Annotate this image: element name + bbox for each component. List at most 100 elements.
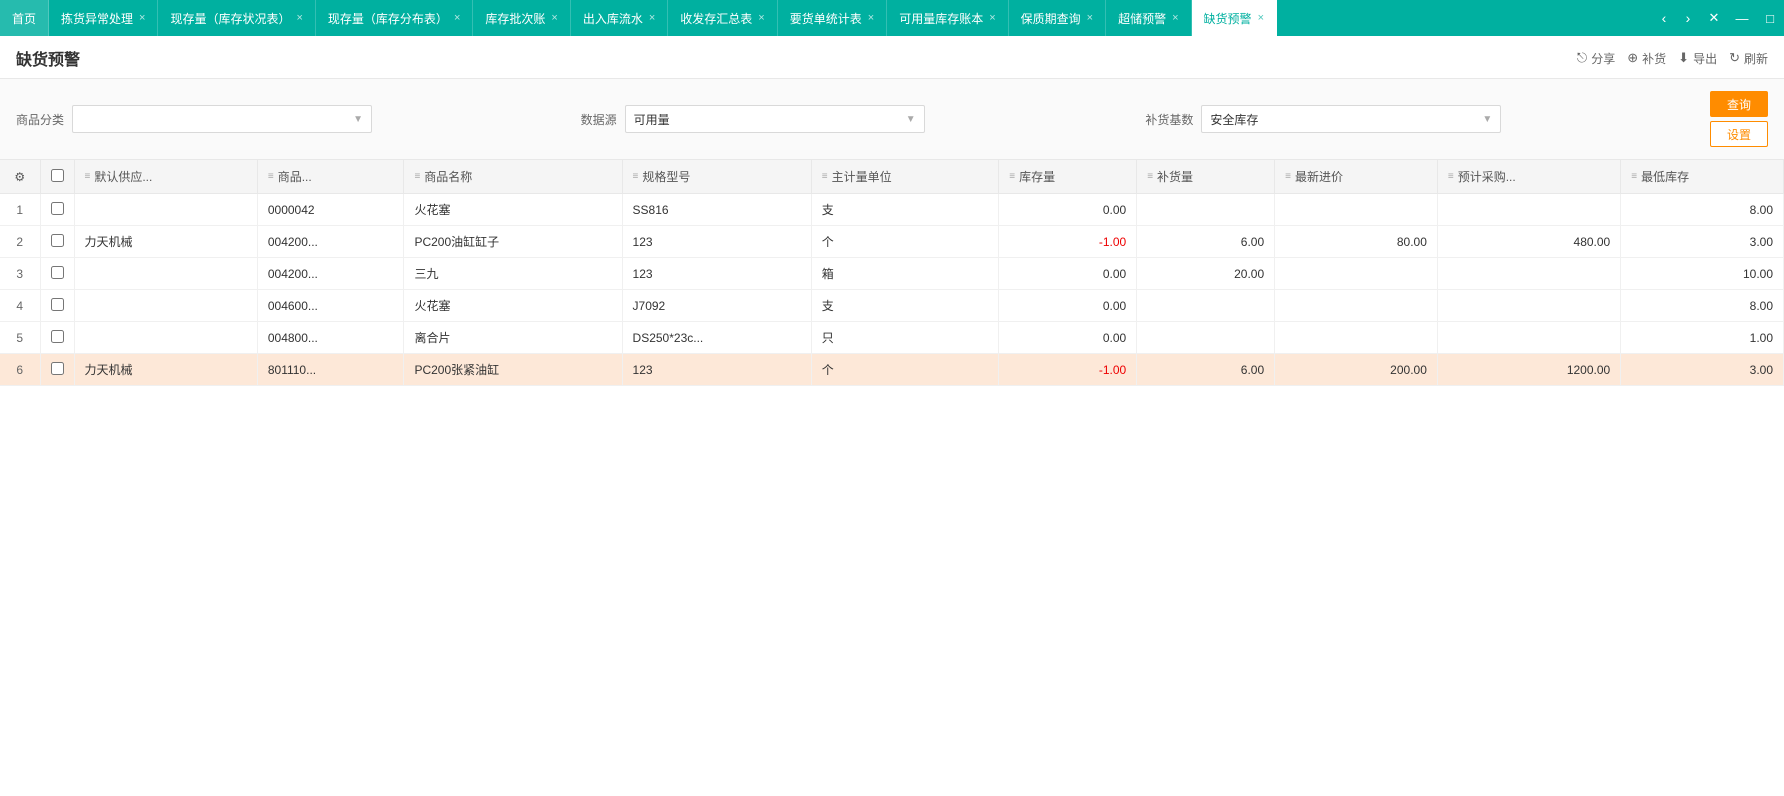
nav-tab-8[interactable]: 可用量库存账本× bbox=[887, 0, 1008, 36]
th-supplier: ≡ 默认供应... bbox=[74, 160, 257, 194]
min-stock-cell-5: 3.00 bbox=[1621, 354, 1784, 386]
name-cell-2: 三九 bbox=[404, 258, 622, 290]
header-actions: ⎋ 分享 ⊕ 补货 ⬇ 导出 ↻ 刷新 bbox=[1577, 50, 1768, 67]
row-index-4: 5 bbox=[0, 322, 40, 354]
nav-tab-7[interactable]: 要货单统计表× bbox=[778, 0, 887, 36]
unit-cell-3: 支 bbox=[811, 290, 998, 322]
category-label: 商品分类 bbox=[16, 111, 64, 128]
th-stock-icon: ≡ bbox=[1009, 171, 1015, 182]
row-checkbox-0[interactable] bbox=[51, 202, 64, 215]
replenish-button[interactable]: ⊕ 补货 bbox=[1627, 50, 1666, 67]
settings-button[interactable]: 设置 bbox=[1710, 121, 1768, 147]
row-checkbox-col-0 bbox=[40, 194, 74, 226]
min-stock-cell-3: 8.00 bbox=[1621, 290, 1784, 322]
nav-prev-arrow[interactable]: ‹ bbox=[1652, 0, 1676, 36]
row-checkbox-col-1 bbox=[40, 226, 74, 258]
table-row: 3004200...三九123箱0.0020.0010.00 bbox=[0, 258, 1784, 290]
nav-tab-close-10[interactable]: × bbox=[1172, 12, 1178, 24]
spec-cell-1: 123 bbox=[622, 226, 811, 258]
th-estimated-purchase-icon: ≡ bbox=[1448, 171, 1454, 182]
th-unit: ≡ 主计量单位 bbox=[811, 160, 998, 194]
th-code-icon: ≡ bbox=[268, 171, 274, 182]
nav-tab-close-3[interactable]: × bbox=[454, 12, 460, 24]
table-row: 5004800...离合片DS250*23c...只0.001.00 bbox=[0, 322, 1784, 354]
latest-price-cell-5: 200.00 bbox=[1275, 354, 1438, 386]
nav-tab-close-5[interactable]: × bbox=[649, 12, 655, 24]
nav-tab-close-7[interactable]: × bbox=[868, 12, 874, 24]
th-spec-icon: ≡ bbox=[633, 171, 639, 182]
nav-tab-1[interactable]: 拣货异常处理 × bbox=[49, 0, 158, 36]
spec-cell-0: SS816 bbox=[622, 194, 811, 226]
stock-cell-3: 0.00 bbox=[999, 290, 1137, 322]
replenish-base-select[interactable]: 安全库存 ▼ bbox=[1201, 105, 1501, 133]
row-checkbox-col-4 bbox=[40, 322, 74, 354]
nav-tab-close-11[interactable]: × bbox=[1258, 12, 1264, 24]
datasource-select[interactable]: 可用量 ▼ bbox=[625, 105, 925, 133]
nav-tab-label-4: 库存批次账 bbox=[485, 10, 545, 27]
replenish-icon: ⊕ bbox=[1627, 50, 1638, 66]
nav-tab-11[interactable]: 缺货预警× bbox=[1192, 0, 1277, 36]
nav-tab-5[interactable]: 出入库流水 × bbox=[571, 0, 668, 36]
estimated-purchase-cell-5: 1200.00 bbox=[1437, 354, 1620, 386]
select-all-checkbox[interactable] bbox=[51, 169, 64, 182]
nav-tab-close-1[interactable]: × bbox=[139, 12, 145, 24]
row-index-2: 3 bbox=[0, 258, 40, 290]
share-button[interactable]: ⎋ 分享 bbox=[1577, 50, 1615, 67]
estimated-purchase-cell-2 bbox=[1437, 258, 1620, 290]
nav-tab-close-9[interactable]: × bbox=[1087, 12, 1093, 24]
supplier-cell-4 bbox=[74, 322, 257, 354]
unit-cell-5: 个 bbox=[811, 354, 998, 386]
category-filter-group: 商品分类 ▼ bbox=[16, 105, 565, 133]
nav-tab-4[interactable]: 库存批次账 × bbox=[473, 0, 570, 36]
row-checkbox-4[interactable] bbox=[51, 330, 64, 343]
th-replenish: ≡ 补货量 bbox=[1137, 160, 1275, 194]
gear-icon[interactable]: ⚙ bbox=[14, 170, 25, 184]
th-latest-price-icon: ≡ bbox=[1285, 171, 1291, 182]
nav-tab-6[interactable]: 收发存汇总表 × bbox=[668, 0, 777, 36]
nav-tab-label-5: 出入库流水 bbox=[583, 10, 643, 27]
nav-tab-close-6[interactable]: × bbox=[758, 12, 764, 24]
window-minimize-icon[interactable]: — bbox=[1728, 0, 1756, 36]
nav-tab-label-1: 拣货异常处理 bbox=[61, 10, 133, 27]
nav-tab-0[interactable]: 首页 bbox=[0, 0, 49, 36]
row-checkbox-3[interactable] bbox=[51, 298, 64, 311]
latest-price-cell-4 bbox=[1275, 322, 1438, 354]
latest-price-cell-3 bbox=[1275, 290, 1438, 322]
nav-tab-label-2: 现存量（库存状况表） bbox=[170, 10, 290, 27]
export-button[interactable]: ⬇ 导出 bbox=[1678, 50, 1717, 67]
supplier-cell-3 bbox=[74, 290, 257, 322]
stock-cell-1: -1.00 bbox=[999, 226, 1137, 258]
nav-tab-2[interactable]: 现存量（库存状况表） × bbox=[158, 0, 315, 36]
nav-tab-label-0: 首页 bbox=[12, 10, 36, 27]
category-select[interactable]: ▼ bbox=[72, 105, 372, 133]
nav-tab-label-10: 超储预警 bbox=[1118, 10, 1166, 27]
nav-tab-3[interactable]: 现存量（库存分布表） × bbox=[316, 0, 473, 36]
window-close-icon[interactable]: ✕ bbox=[1700, 0, 1728, 36]
window-maximize-icon[interactable]: □ bbox=[1756, 0, 1784, 36]
replenish-cell-2: 20.00 bbox=[1137, 258, 1275, 290]
supplier-cell-2 bbox=[74, 258, 257, 290]
estimated-purchase-cell-3 bbox=[1437, 290, 1620, 322]
code-cell-0: 0000042 bbox=[257, 194, 404, 226]
name-cell-0: 火花塞 bbox=[404, 194, 622, 226]
row-checkbox-1[interactable] bbox=[51, 234, 64, 247]
table-row: 6力天机械801110...PC200张紧油缸123个-1.006.00200.… bbox=[0, 354, 1784, 386]
estimated-purchase-cell-4 bbox=[1437, 322, 1620, 354]
th-spec: ≡ 规格型号 bbox=[622, 160, 811, 194]
row-checkbox-2[interactable] bbox=[51, 266, 64, 279]
query-button[interactable]: 查询 bbox=[1710, 91, 1768, 117]
nav-tab-10[interactable]: 超储预警 × bbox=[1106, 0, 1191, 36]
th-stock: ≡ 库存量 bbox=[999, 160, 1137, 194]
replenish-base-value: 安全库存 bbox=[1210, 111, 1258, 128]
refresh-button[interactable]: ↻ 刷新 bbox=[1729, 50, 1768, 67]
nav-tab-9[interactable]: 保质期查询× bbox=[1009, 0, 1106, 36]
nav-tab-label-6: 收发存汇总表 bbox=[680, 10, 752, 27]
nav-tab-label-3: 现存量（库存分布表） bbox=[328, 10, 448, 27]
nav-next-arrow[interactable]: › bbox=[1676, 0, 1700, 36]
row-checkbox-5[interactable] bbox=[51, 362, 64, 375]
th-name: ≡ 商品名称 bbox=[404, 160, 622, 194]
nav-tab-close-2[interactable]: × bbox=[296, 12, 302, 24]
row-index-3: 4 bbox=[0, 290, 40, 322]
nav-tab-close-8[interactable]: × bbox=[989, 12, 995, 24]
nav-tab-close-4[interactable]: × bbox=[551, 12, 557, 24]
